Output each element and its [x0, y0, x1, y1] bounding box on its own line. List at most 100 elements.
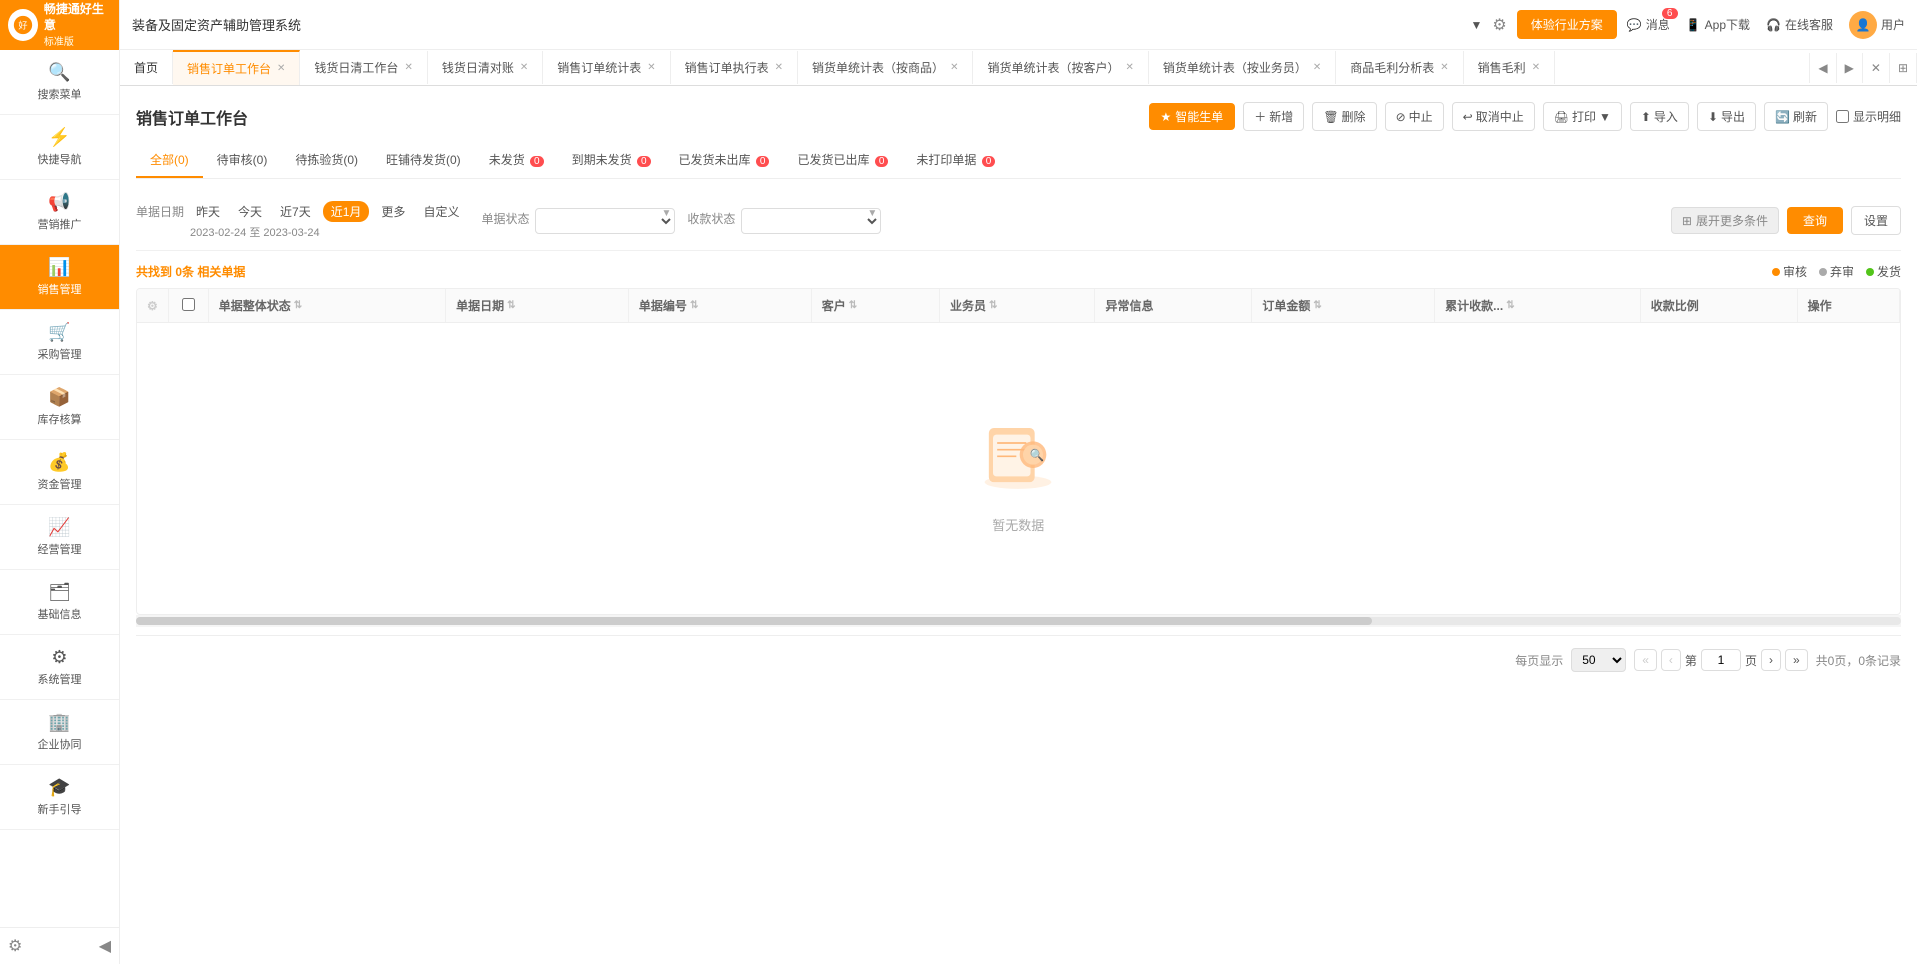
cancel-stop-button[interactable]: ↩ 取消中止 — [1452, 102, 1535, 131]
refresh-button[interactable]: 🔄 刷新 — [1764, 102, 1828, 131]
tab-cash-reconcile[interactable]: 钱货日清对账 ✕ — [428, 51, 543, 84]
export-button[interactable]: ⬇ 导出 — [1697, 102, 1756, 131]
sub-tab-expired-not-shipped[interactable]: 到期未发货 0 — [558, 143, 665, 178]
show-detail-checkbox[interactable]: 显示明细 — [1836, 108, 1901, 125]
sidebar-item-enterprise[interactable]: 🏢 企业协同 — [0, 700, 119, 765]
staff-sort[interactable]: 业务员 ⇅ — [950, 297, 1085, 314]
tabs-next-icon[interactable]: ▶ — [1837, 53, 1863, 83]
customer-sort[interactable]: 客户 ⇅ — [822, 297, 929, 314]
settings-icon[interactable]: ⚙ — [147, 299, 158, 313]
date-btn-custom[interactable]: 自定义 — [417, 201, 465, 222]
sub-tab-not-shipped[interactable]: 未发货 0 — [475, 143, 558, 178]
sidebar-item-purchase[interactable]: 🛒 采购管理 — [0, 310, 119, 375]
sidebar-item-search[interactable]: 🔍 搜索菜单 — [0, 50, 119, 115]
ship-action[interactable]: 发货 — [1866, 263, 1901, 280]
date-btn-7days[interactable]: 近7天 — [274, 201, 317, 222]
user-action[interactable]: 👤 用户 — [1849, 11, 1905, 39]
tab-sales-exec[interactable]: 销售订单执行表 ✕ — [671, 51, 798, 84]
date-btn-more[interactable]: 更多 — [375, 201, 411, 222]
query-button[interactable]: 查询 — [1787, 207, 1843, 234]
tab-cargo-customer[interactable]: 销货单统计表（按客户） ✕ — [973, 51, 1148, 84]
page-size-select[interactable]: 10 20 50 100 — [1571, 648, 1626, 672]
tab-sales-stats-close[interactable]: ✕ — [647, 62, 655, 73]
collapse-icon[interactable]: ◀ — [99, 936, 111, 956]
scroll-bar-track[interactable] — [136, 617, 1901, 625]
date-btn-today[interactable]: 今天 — [232, 201, 268, 222]
sub-tab-not-printed[interactable]: 未打印单据 0 — [902, 143, 1009, 178]
select-all-checkbox[interactable] — [182, 298, 195, 311]
sub-tab-shipped-not-out[interactable]: 已发货未出库 0 — [665, 143, 784, 178]
add-button[interactable]: ＋ 新增 — [1243, 102, 1304, 131]
sub-tab-shipped-out[interactable]: 已发货已出库 0 — [783, 143, 902, 178]
first-page-btn[interactable]: « — [1634, 649, 1657, 671]
sub-tab-all[interactable]: 全部(0) — [136, 143, 203, 178]
sidebar-item-quicknav[interactable]: ⚡ 快捷导航 — [0, 115, 119, 180]
sidebar-item-sales[interactable]: 📊 销售管理 — [0, 245, 119, 310]
show-detail-input[interactable] — [1836, 110, 1849, 123]
setting-button[interactable]: 设置 — [1851, 206, 1901, 235]
empty-row: 🔍 暂无数据 — [137, 323, 1900, 615]
tab-gross[interactable]: 销售毛利 ✕ — [1464, 51, 1555, 84]
tab-cargo-staff-close[interactable]: ✕ — [1313, 62, 1321, 73]
prev-page-btn[interactable]: ‹ — [1661, 649, 1681, 671]
filter-collection-select[interactable] — [741, 208, 881, 234]
sidebar-item-guide[interactable]: 🎓 新手引导 — [0, 765, 119, 830]
tab-cargo-customer-close[interactable]: ✕ — [1125, 62, 1133, 73]
stop-button[interactable]: ⊘ 中止 — [1385, 102, 1444, 131]
number-sort[interactable]: 单据编号 ⇅ — [639, 297, 801, 314]
delete-button[interactable]: 🗑 删除 — [1312, 102, 1376, 131]
sub-tab-pending-inspect[interactable]: 待拣验货(0) — [281, 143, 372, 178]
col-checkbox[interactable] — [168, 289, 208, 323]
tab-cash-daily-close[interactable]: ✕ — [404, 62, 412, 73]
tab-home[interactable]: 首页 — [120, 51, 173, 84]
amount-sort[interactable]: 订单金额 ⇅ — [1262, 297, 1424, 314]
messages-action[interactable]: 💬 消息 6 — [1627, 16, 1670, 33]
industry-solution-button[interactable]: 体验行业方案 — [1517, 10, 1617, 39]
tabs-prev-icon[interactable]: ◀ — [1810, 53, 1836, 83]
sub-tab-wangpu[interactable]: 旺铺待发货(0) — [372, 143, 475, 178]
sidebar-item-marketing[interactable]: 📢 营销推广 — [0, 180, 119, 245]
tabs-close-all-icon[interactable]: ✕ — [1863, 53, 1890, 83]
sidebar-item-finance[interactable]: 💰 资金管理 — [0, 440, 119, 505]
tab-sales-workbench-close[interactable]: ✕ — [277, 63, 285, 74]
next-page-btn[interactable]: › — [1761, 649, 1781, 671]
last-page-btn[interactable]: » — [1785, 649, 1808, 671]
collected-sort[interactable]: 累计收款... ⇅ — [1445, 297, 1630, 314]
tab-margin-close[interactable]: ✕ — [1440, 62, 1448, 73]
tab-gross-close[interactable]: ✕ — [1532, 62, 1540, 73]
sub-tab-pending[interactable]: 待审核(0) — [203, 143, 282, 178]
tab-cash-reconcile-close[interactable]: ✕ — [520, 62, 528, 73]
tab-sales-stats[interactable]: 销售订单统计表 ✕ — [543, 51, 670, 84]
system-title-dropdown[interactable]: ▼ — [1470, 18, 1482, 32]
app-download-action[interactable]: 📱 App下载 — [1686, 16, 1750, 33]
sidebar-item-inventory[interactable]: 📦 库存核算 — [0, 375, 119, 440]
sidebar-item-system[interactable]: ⚙ 系统管理 — [0, 635, 119, 700]
date-sort[interactable]: 单据日期 ⇅ — [456, 297, 618, 314]
tab-cargo-product[interactable]: 销货单统计表（按商品） ✕ — [798, 51, 973, 84]
tab-cargo-product-close[interactable]: ✕ — [950, 62, 958, 73]
smart-create-button[interactable]: ★ 智能生单 — [1149, 103, 1236, 130]
tab-sales-exec-close[interactable]: ✕ — [775, 62, 783, 73]
tab-sales-workbench[interactable]: 销售订单工作台 ✕ — [173, 50, 300, 85]
filter-status-select[interactable] — [535, 208, 675, 234]
tab-margin[interactable]: 商品毛利分析表 ✕ — [1336, 51, 1463, 84]
tab-cash-daily[interactable]: 钱货日清工作台 ✕ — [300, 51, 427, 84]
print-button[interactable]: 🖨 打印 ▼ — [1543, 102, 1622, 131]
scroll-bar-thumb[interactable] — [136, 617, 1372, 625]
import-button[interactable]: ⬆ 导入 — [1630, 102, 1689, 131]
cancel-action[interactable]: 弃审 — [1819, 263, 1854, 280]
date-btn-1month[interactable]: 近1月 — [323, 201, 370, 222]
status-sort[interactable]: 单据整体状态 ⇅ — [219, 297, 435, 314]
tabs-expand-icon[interactable]: ⊞ — [1890, 53, 1917, 83]
settings-bottom-icon[interactable]: ⚙ — [8, 936, 22, 956]
audit-action[interactable]: 审核 — [1772, 263, 1807, 280]
page-number-input[interactable] — [1701, 649, 1741, 671]
expand-more-conditions-button[interactable]: ⊞ 展开更多条件 — [1671, 207, 1779, 234]
online-support-action[interactable]: 🎧 在线客服 — [1766, 16, 1833, 33]
data-table: ⚙ 单据整体状态 ⇅ — [137, 289, 1900, 614]
tab-cargo-staff[interactable]: 销货单统计表（按业务员） ✕ — [1149, 51, 1336, 84]
date-btn-yesterday[interactable]: 昨天 — [190, 201, 226, 222]
sidebar-item-basic[interactable]: 🗂 基础信息 — [0, 570, 119, 635]
sidebar-item-operations[interactable]: 📈 经营管理 — [0, 505, 119, 570]
topbar-gear-icon[interactable]: ⚙ — [1492, 15, 1506, 35]
